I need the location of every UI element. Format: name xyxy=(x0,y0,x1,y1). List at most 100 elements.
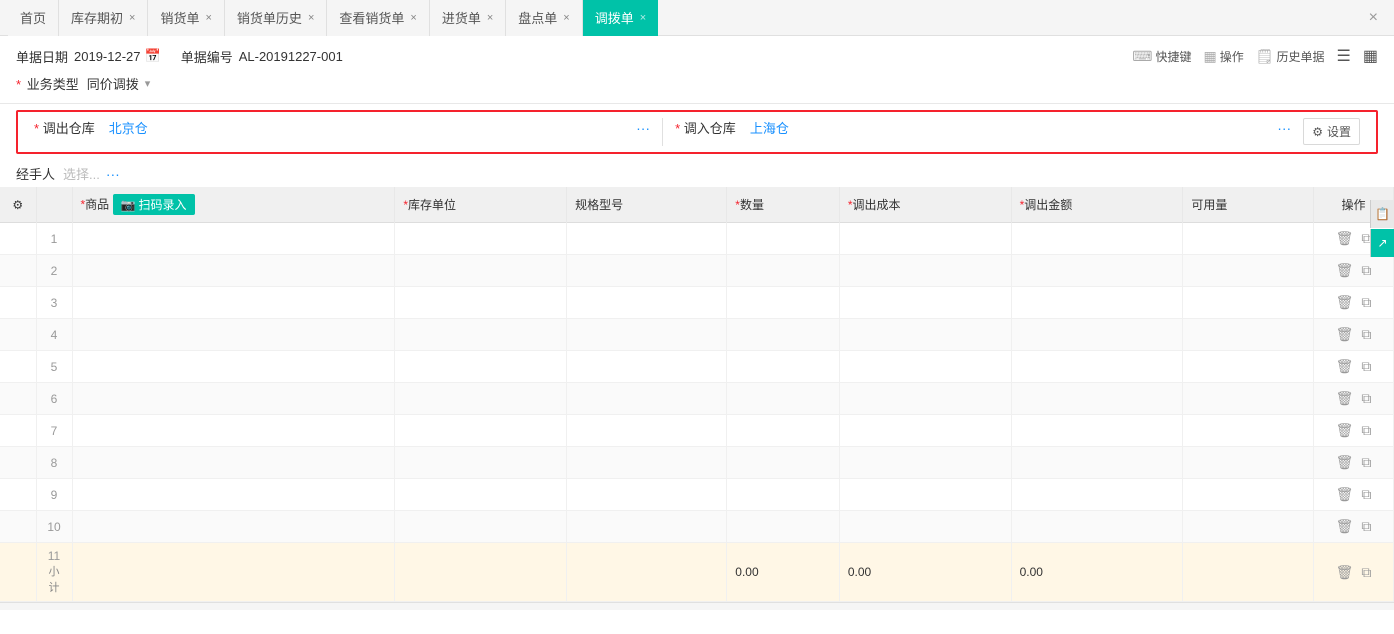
tab-view-sales[interactable]: 查看销货单 × xyxy=(327,0,429,36)
handler-more[interactable]: ··· xyxy=(106,166,120,182)
scan-button[interactable]: 📷 扫码录入 xyxy=(113,194,195,215)
row-product-cell[interactable] xyxy=(72,255,395,287)
tab-inventory-count-close[interactable]: × xyxy=(563,12,569,24)
row-unit-cell xyxy=(395,223,567,255)
row-qty-cell[interactable] xyxy=(727,479,840,511)
out-warehouse-more[interactable]: ··· xyxy=(636,120,650,136)
list-view-button[interactable]: ☰ xyxy=(1337,46,1351,66)
shortcuts-button[interactable]: ⌨ 快捷键 xyxy=(1132,48,1191,65)
table-settings-header[interactable]: ⚙ xyxy=(0,187,36,223)
row-qty-cell[interactable] xyxy=(727,351,840,383)
delete-icon[interactable]: 🗑 xyxy=(1336,422,1354,439)
row-cost-cell[interactable] xyxy=(839,383,1011,415)
subtotal-settings-cell xyxy=(0,543,36,602)
in-warehouse-more[interactable]: ··· xyxy=(1277,120,1291,136)
row-cost-cell[interactable] xyxy=(839,223,1011,255)
row-cost-cell[interactable] xyxy=(839,351,1011,383)
delete-icon[interactable]: 🗑 xyxy=(1336,518,1354,535)
row-cost-cell[interactable] xyxy=(839,415,1011,447)
row-product-cell[interactable] xyxy=(72,479,395,511)
copy-icon[interactable]: ⧉ xyxy=(1361,326,1371,343)
row-product-cell[interactable] xyxy=(72,351,395,383)
copy-icon[interactable]: ⧉ xyxy=(1361,358,1371,375)
delete-icon[interactable]: 🗑 xyxy=(1336,486,1354,503)
bottom-scrollbar[interactable] xyxy=(0,602,1394,610)
table-settings-icon[interactable]: ⚙ xyxy=(12,198,23,212)
delete-icon[interactable]: 🗑 xyxy=(1336,262,1354,279)
delete-icon[interactable]: 🗑 xyxy=(1336,230,1354,247)
operations-button[interactable]: ▦ 操作 xyxy=(1203,48,1243,65)
copy-icon[interactable]: ⧉ xyxy=(1361,486,1371,503)
row-product-cell[interactable] xyxy=(72,287,395,319)
delete-icon[interactable]: 🗑 xyxy=(1336,454,1354,471)
delete-icon[interactable]: 🗑 xyxy=(1336,294,1354,311)
row-product-cell[interactable] xyxy=(72,383,395,415)
tab-view-sales-close[interactable]: × xyxy=(410,12,416,24)
copy-icon[interactable]: ⧉ xyxy=(1361,262,1371,279)
copy-icon[interactable]: ⧉ xyxy=(1361,564,1371,581)
history-button[interactable]: 🗒 历史单据 xyxy=(1256,48,1325,65)
tab-sales-order[interactable]: 销货单 × xyxy=(148,0,224,36)
row-amount-cell[interactable] xyxy=(1011,255,1183,287)
tab-sales-history[interactable]: 销货单历史 × xyxy=(225,0,327,36)
delete-icon[interactable]: 🗑 xyxy=(1336,358,1354,375)
row-qty-cell[interactable] xyxy=(727,511,840,543)
delete-icon[interactable]: 🗑 xyxy=(1336,390,1354,407)
calendar-icon[interactable]: 📅 xyxy=(145,48,161,64)
row-product-cell[interactable] xyxy=(72,223,395,255)
tab-inventory-init-close[interactable]: × xyxy=(129,12,135,24)
copy-icon[interactable]: ⧉ xyxy=(1361,518,1371,535)
row-action-cell: 🗑 ⧉ xyxy=(1314,351,1394,383)
row-amount-cell[interactable] xyxy=(1011,287,1183,319)
row-product-cell[interactable] xyxy=(72,415,395,447)
row-product-cell[interactable] xyxy=(72,447,395,479)
tab-inventory-init[interactable]: 库存期初 × xyxy=(59,0,148,36)
row-cost-cell[interactable] xyxy=(839,511,1011,543)
tab-inventory-count[interactable]: 盘点单 × xyxy=(506,0,582,36)
subtotal-unit-cell xyxy=(395,543,567,602)
note-tool-button[interactable]: 📋 xyxy=(1370,200,1394,228)
row-amount-cell[interactable] xyxy=(1011,479,1183,511)
row-cost-cell[interactable] xyxy=(839,447,1011,479)
row-cost-cell[interactable] xyxy=(839,255,1011,287)
tab-transfer-close[interactable]: × xyxy=(640,12,646,24)
grid-view-button[interactable]: ▦ xyxy=(1363,46,1378,66)
row-amount-cell[interactable] xyxy=(1011,351,1183,383)
row-amount-cell[interactable] xyxy=(1011,319,1183,351)
settings-button[interactable]: ⚙ 设置 xyxy=(1303,118,1360,145)
copy-icon[interactable]: ⧉ xyxy=(1361,422,1371,439)
tab-transfer[interactable]: 调拨单 × xyxy=(583,0,658,36)
row-product-cell[interactable] xyxy=(72,319,395,351)
row-product-cell[interactable] xyxy=(72,511,395,543)
tab-sales-order-close[interactable]: × xyxy=(205,12,211,24)
delete-icon[interactable]: 🗑 xyxy=(1336,564,1354,581)
copy-icon[interactable]: ⧉ xyxy=(1361,454,1371,471)
row-number-header xyxy=(36,187,72,223)
window-close-button[interactable]: × xyxy=(1361,9,1386,27)
row-qty-cell[interactable] xyxy=(727,447,840,479)
row-qty-cell[interactable] xyxy=(727,287,840,319)
export-tool-button[interactable]: ↗ xyxy=(1370,229,1394,257)
row-cost-cell[interactable] xyxy=(839,479,1011,511)
row-amount-cell[interactable] xyxy=(1011,223,1183,255)
row-amount-cell[interactable] xyxy=(1011,447,1183,479)
row-qty-cell[interactable] xyxy=(727,255,840,287)
copy-icon[interactable]: ⧉ xyxy=(1361,294,1371,311)
row-amount-cell[interactable] xyxy=(1011,415,1183,447)
row-qty-cell[interactable] xyxy=(727,319,840,351)
tab-purchase-order[interactable]: 进货单 × xyxy=(430,0,506,36)
tab-sales-history-close[interactable]: × xyxy=(308,12,314,24)
row-qty-cell[interactable] xyxy=(727,383,840,415)
tab-home[interactable]: 首页 xyxy=(8,0,59,36)
row-amount-cell[interactable] xyxy=(1011,511,1183,543)
row-cost-cell[interactable] xyxy=(839,319,1011,351)
business-type-dropdown[interactable]: ▾ xyxy=(145,77,151,90)
row-cost-cell[interactable] xyxy=(839,287,1011,319)
row-qty-cell[interactable] xyxy=(727,223,840,255)
handler-select[interactable]: 选择... xyxy=(63,164,100,183)
delete-icon[interactable]: 🗑 xyxy=(1336,326,1354,343)
row-amount-cell[interactable] xyxy=(1011,383,1183,415)
copy-icon[interactable]: ⧉ xyxy=(1361,390,1371,407)
row-qty-cell[interactable] xyxy=(727,415,840,447)
tab-purchase-order-close[interactable]: × xyxy=(487,12,493,24)
